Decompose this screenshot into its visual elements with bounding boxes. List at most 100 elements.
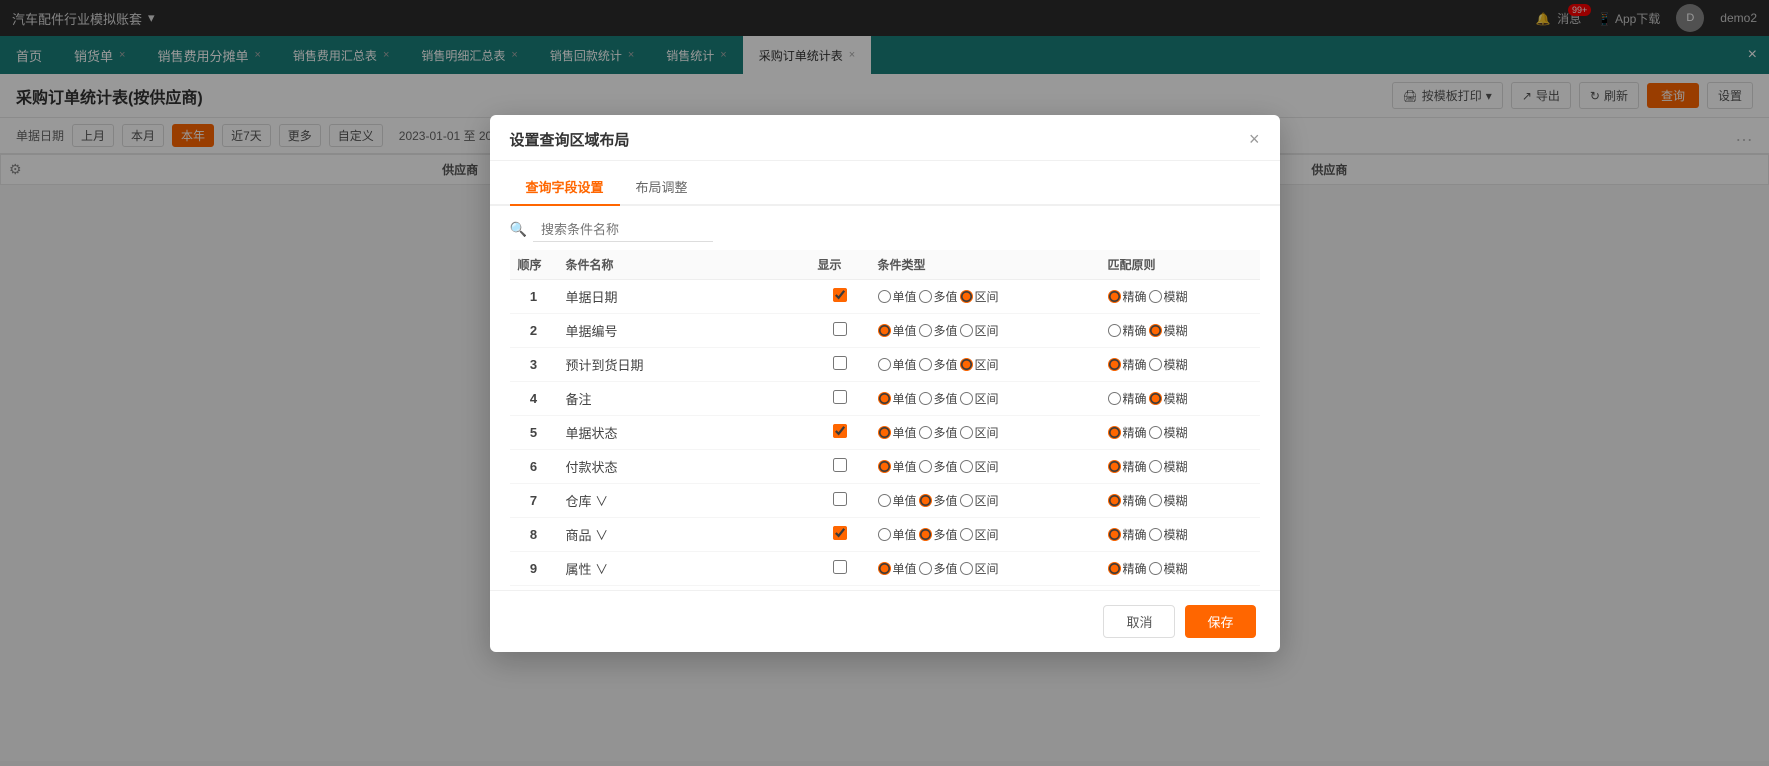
col-name-header: 条件名称: [558, 250, 810, 280]
table-row: 8商品 ∨单值多值区间精确模糊: [510, 517, 1260, 551]
rule-radio-精确[interactable]: [1108, 290, 1121, 303]
type-radio-多值[interactable]: [919, 426, 932, 439]
type-radio-区间[interactable]: [960, 324, 973, 337]
type-radio-单值[interactable]: [878, 426, 891, 439]
search-icon: 🔍: [510, 221, 527, 238]
type-radio-多值[interactable]: [919, 494, 932, 507]
rule-radio-精确[interactable]: [1108, 426, 1121, 439]
type-radio-区间[interactable]: [960, 392, 973, 405]
row-display[interactable]: [810, 279, 870, 313]
row-name: 单据状态: [558, 415, 810, 449]
rule-radio-模糊[interactable]: [1149, 358, 1162, 371]
rule-radio-模糊[interactable]: [1149, 426, 1162, 439]
row-display[interactable]: [810, 449, 870, 483]
type-radio-单值[interactable]: [878, 460, 891, 473]
row-order: 7: [510, 483, 558, 517]
modal-title: 设置查询区域布局: [510, 129, 630, 150]
modal-table: 顺序 条件名称 显示 条件类型 匹配原则 1单据日期单值多值区间精确模糊2单据编…: [510, 250, 1260, 590]
display-checkbox[interactable]: [833, 560, 847, 574]
display-checkbox[interactable]: [833, 526, 847, 540]
type-radio-单值[interactable]: [878, 290, 891, 303]
rule-radio-精确[interactable]: [1108, 460, 1121, 473]
col-rule-header: 匹配原则: [1100, 250, 1260, 280]
type-radio-单值[interactable]: [878, 324, 891, 337]
cancel-button[interactable]: 取消: [1103, 605, 1175, 638]
rule-radio-精确[interactable]: [1108, 562, 1121, 575]
row-display[interactable]: [810, 381, 870, 415]
row-type: 单值多值区间: [870, 449, 1100, 483]
type-radio-多值[interactable]: [919, 528, 932, 541]
type-radio-区间[interactable]: [960, 562, 973, 575]
type-radio-单值[interactable]: [878, 528, 891, 541]
display-checkbox[interactable]: [833, 356, 847, 370]
row-display[interactable]: [810, 415, 870, 449]
type-radio-区间[interactable]: [960, 460, 973, 473]
type-radio-单值[interactable]: [878, 392, 891, 405]
rule-radio-模糊[interactable]: [1149, 562, 1162, 575]
rule-radio-模糊[interactable]: [1149, 290, 1162, 303]
type-radio-多值[interactable]: [919, 358, 932, 371]
display-checkbox[interactable]: [833, 390, 847, 404]
modal-close-button[interactable]: ×: [1249, 130, 1260, 148]
row-display[interactable]: [810, 347, 870, 381]
rule-radio-模糊[interactable]: [1149, 392, 1162, 405]
table-row: 5单据状态单值多值区间精确模糊: [510, 415, 1260, 449]
row-order: 8: [510, 517, 558, 551]
display-checkbox[interactable]: [833, 322, 847, 336]
type-radio-区间[interactable]: [960, 494, 973, 507]
save-button[interactable]: 保存: [1185, 605, 1255, 638]
row-rule: 精确模糊: [1100, 551, 1260, 585]
type-radio-区间[interactable]: [960, 426, 973, 439]
rule-radio-精确[interactable]: [1108, 324, 1121, 337]
modal-backdrop: 设置查询区域布局 × 查询字段设置 布局调整 🔍 顺序 条件名称 显示 条件类型: [0, 0, 1769, 766]
row-order: 9: [510, 551, 558, 585]
search-input[interactable]: [533, 218, 713, 242]
table-header: 顺序 条件名称 显示 条件类型 匹配原则: [510, 250, 1260, 280]
table-row: 9属性 ∨单值多值区间精确模糊: [510, 551, 1260, 585]
type-radio-区间[interactable]: [960, 358, 973, 371]
rule-radio-模糊[interactable]: [1149, 324, 1162, 337]
row-name: 商品 ∨: [558, 517, 810, 551]
row-order: 5: [510, 415, 558, 449]
col-display-header: 显示: [810, 250, 870, 280]
row-order: 6: [510, 449, 558, 483]
type-radio-多值[interactable]: [919, 562, 932, 575]
col-order-header: 顺序: [510, 250, 558, 280]
type-radio-区间[interactable]: [960, 290, 973, 303]
type-radio-单值[interactable]: [878, 562, 891, 575]
modal-dialog: 设置查询区域布局 × 查询字段设置 布局调整 🔍 顺序 条件名称 显示 条件类型: [490, 115, 1280, 652]
rule-radio-模糊[interactable]: [1149, 494, 1162, 507]
row-type: 单值多值区间: [870, 279, 1100, 313]
type-radio-多值[interactable]: [919, 460, 932, 473]
rule-radio-精确[interactable]: [1108, 528, 1121, 541]
rule-radio-精确[interactable]: [1108, 392, 1121, 405]
tab-layout-adjust[interactable]: 布局调整: [620, 171, 704, 206]
row-name: 备注: [558, 381, 810, 415]
type-radio-单值[interactable]: [878, 494, 891, 507]
row-display[interactable]: [810, 551, 870, 585]
row-display[interactable]: [810, 517, 870, 551]
table-row: 3预计到货日期单值多值区间精确模糊: [510, 347, 1260, 381]
rule-radio-模糊[interactable]: [1149, 460, 1162, 473]
display-checkbox[interactable]: [833, 424, 847, 438]
row-type: 单值多值区间: [870, 381, 1100, 415]
row-display[interactable]: [810, 483, 870, 517]
type-radio-多值[interactable]: [919, 392, 932, 405]
row-name: 预计到货日期: [558, 347, 810, 381]
type-radio-多值[interactable]: [919, 290, 932, 303]
display-checkbox[interactable]: [833, 492, 847, 506]
rule-radio-精确[interactable]: [1108, 358, 1121, 371]
tab-query-fields[interactable]: 查询字段设置: [510, 171, 620, 206]
rule-radio-精确[interactable]: [1108, 494, 1121, 507]
table-row: 7仓库 ∨单值多值区间精确模糊: [510, 483, 1260, 517]
modal-table-wrap: 顺序 条件名称 显示 条件类型 匹配原则 1单据日期单值多值区间精确模糊2单据编…: [490, 250, 1280, 590]
rule-radio-模糊[interactable]: [1149, 528, 1162, 541]
row-type: 单值多值区间: [870, 551, 1100, 585]
type-radio-多值[interactable]: [919, 324, 932, 337]
type-radio-区间[interactable]: [960, 528, 973, 541]
display-checkbox[interactable]: [833, 288, 847, 302]
display-checkbox[interactable]: [833, 458, 847, 472]
type-radio-单值[interactable]: [878, 358, 891, 371]
row-display[interactable]: [810, 313, 870, 347]
table-row: 6付款状态单值多值区间精确模糊: [510, 449, 1260, 483]
